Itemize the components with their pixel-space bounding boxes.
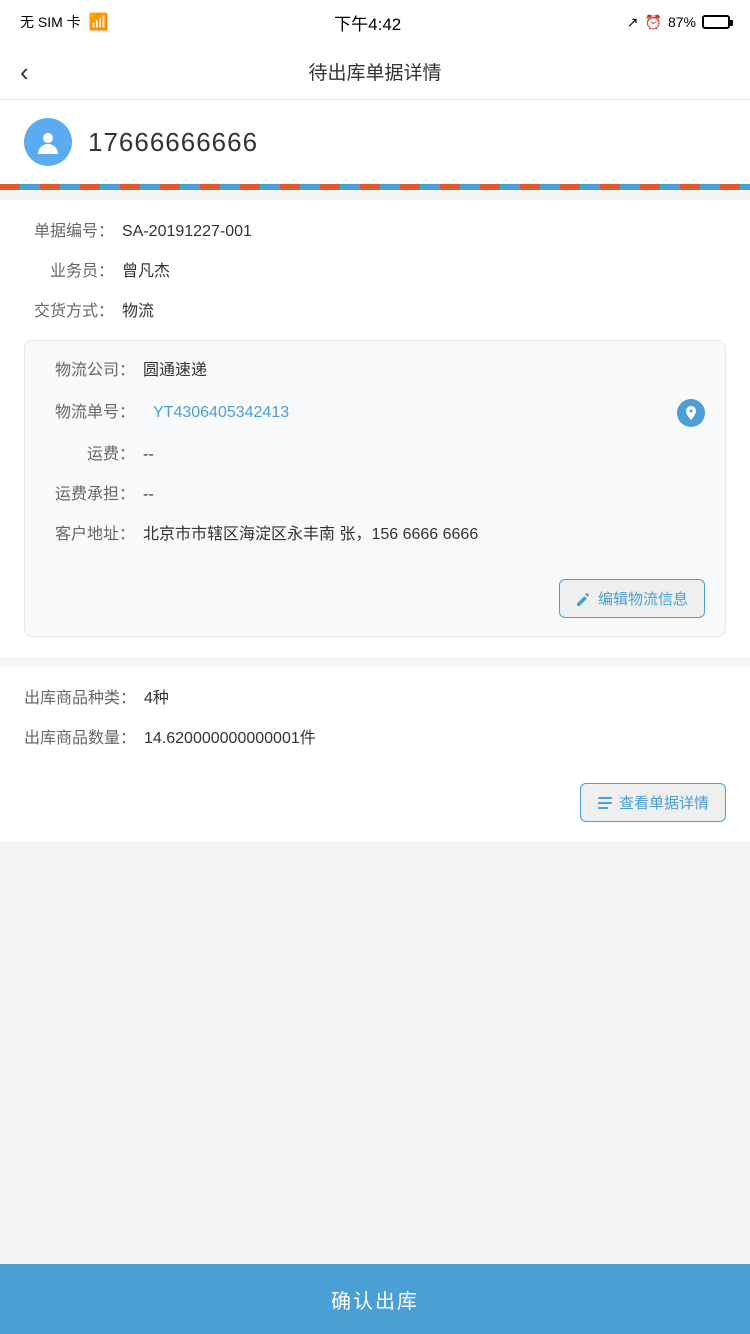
salesman-label: 业务员： bbox=[24, 260, 114, 284]
salesman-row: 业务员： 曾凡杰 bbox=[24, 260, 726, 284]
confirm-button[interactable]: 确认出库 bbox=[0, 1264, 750, 1334]
status-bar: 无 SIM 卡 📶 下午4:42 ↗ ⏰ 87% bbox=[0, 0, 750, 44]
customer-phone: 17666666666 bbox=[88, 127, 258, 158]
status-time: 下午4:42 bbox=[334, 10, 401, 35]
address-label: 客户地址： bbox=[45, 523, 135, 547]
doc-number-value: SA-20191227-001 bbox=[122, 220, 726, 244]
view-detail-button[interactable]: 查看单据详情 bbox=[580, 783, 726, 822]
bottom-space bbox=[0, 842, 750, 1042]
doc-number-label: 单据编号： bbox=[24, 220, 114, 244]
status-left: 无 SIM 卡 📶 bbox=[20, 12, 109, 32]
dashed-divider bbox=[0, 184, 750, 190]
address-row: 客户地址： 北京市市辖区海淀区永丰南 张，156 6666 6666 bbox=[45, 523, 705, 547]
freight-value: -- bbox=[143, 443, 705, 467]
edit-logistics-label: 编辑物流信息 bbox=[598, 588, 688, 609]
goods-quantity-row: 出库商品数量： 14.620000000000001件 bbox=[24, 727, 726, 751]
freight-label: 运费： bbox=[45, 443, 135, 467]
goods-types-value: 4种 bbox=[144, 687, 726, 711]
wifi-icon: 📶 bbox=[89, 12, 109, 32]
freight-bear-value: -- bbox=[143, 483, 705, 507]
page-title: 待出库单据详情 bbox=[308, 58, 441, 85]
logistics-company-row: 物流公司： 圆通速递 bbox=[45, 359, 705, 383]
goods-types-row: 出库商品种类： 4种 bbox=[24, 687, 726, 711]
freight-bear-row: 运费承担： -- bbox=[45, 483, 705, 507]
delivery-label: 交货方式： bbox=[24, 300, 114, 324]
freight-bear-label: 运费承担： bbox=[45, 483, 135, 507]
freight-row: 运费： -- bbox=[45, 443, 705, 467]
address-value: 北京市市辖区海淀区永丰南 张，156 6666 6666 bbox=[143, 523, 705, 547]
delivery-value: 物流 bbox=[122, 300, 726, 324]
document-section: 单据编号： SA-20191227-001 业务员： 曾凡杰 交货方式： 物流 … bbox=[0, 200, 750, 657]
location-pin-button[interactable] bbox=[677, 399, 705, 427]
avatar bbox=[24, 118, 72, 166]
logistics-company-label: 物流公司： bbox=[45, 359, 135, 383]
status-right: ↗ ⏰ 87% bbox=[627, 14, 730, 31]
confirm-label: 确认出库 bbox=[331, 1285, 419, 1314]
logistics-tracking-value: YT4306405342413 bbox=[153, 401, 667, 425]
back-button[interactable]: ‹ bbox=[20, 59, 29, 85]
goods-quantity-value: 14.620000000000001件 bbox=[144, 727, 726, 751]
goods-types-label: 出库商品种类： bbox=[24, 687, 136, 711]
edit-logistics-button[interactable]: 编辑物流信息 bbox=[559, 579, 705, 618]
customer-header: 17666666666 bbox=[0, 100, 750, 184]
logistics-section: 物流公司： 圆通速递 物流单号： YT4306405342413 运费： -- … bbox=[24, 340, 726, 637]
battery-icon bbox=[702, 15, 730, 29]
delivery-row: 交货方式： 物流 bbox=[24, 300, 726, 324]
logistics-company-value: 圆通速递 bbox=[143, 359, 705, 383]
nav-bar: ‹ 待出库单据详情 bbox=[0, 44, 750, 100]
logistics-tracking-row: 物流单号： YT4306405342413 bbox=[45, 399, 705, 427]
location-icon: ↗ bbox=[627, 14, 639, 31]
battery-percent: 87% bbox=[668, 14, 696, 30]
salesman-value: 曾凡杰 bbox=[122, 260, 726, 284]
view-detail-label: 查看单据详情 bbox=[619, 792, 709, 813]
logistics-tracking-label: 物流单号： bbox=[45, 401, 135, 425]
goods-quantity-label: 出库商品数量： bbox=[24, 727, 136, 751]
no-sim-text: 无 SIM 卡 bbox=[20, 12, 81, 32]
clock-icon: ⏰ bbox=[645, 14, 662, 31]
document-number-row: 单据编号： SA-20191227-001 bbox=[24, 220, 726, 244]
goods-section: 出库商品种类： 4种 出库商品数量： 14.620000000000001件 查… bbox=[0, 667, 750, 842]
